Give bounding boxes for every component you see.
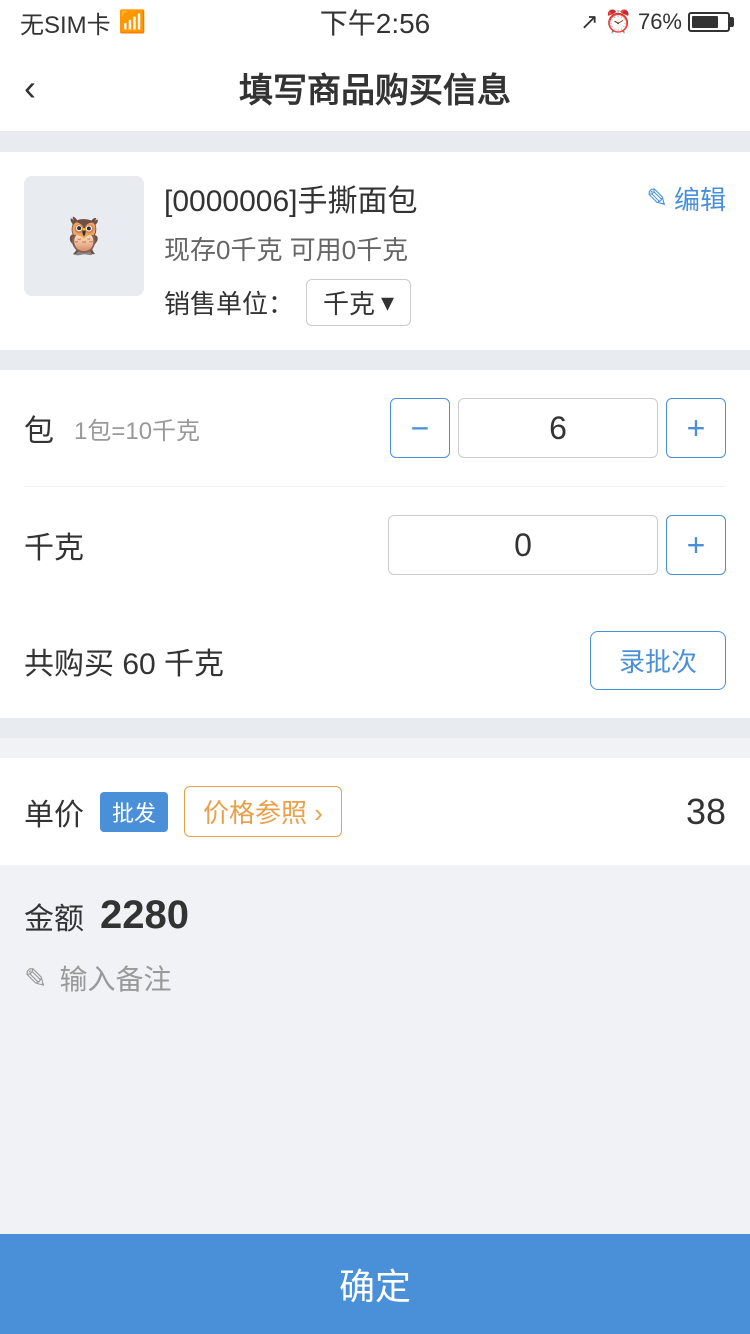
nav-bar: ‹ 填写商品购买信息: [0, 44, 750, 132]
summary-row: 共购买 60 千克 录批次: [0, 603, 750, 718]
price-value: 38: [686, 791, 726, 833]
kg-label-text: 千克: [24, 523, 84, 567]
remark-edit-icon: ✎: [24, 962, 47, 995]
input-section: 包 1包=10千克 − + 千克 +: [0, 370, 750, 603]
kg-label: 千克: [24, 523, 84, 567]
remark-row[interactable]: ✎ 输入备注: [24, 958, 726, 1022]
bao-label-group: 包 1包=10千克: [24, 406, 200, 450]
remark-placeholder: 输入备注: [59, 958, 171, 998]
kg-quantity-input[interactable]: [388, 515, 658, 575]
location-icon: ↗: [580, 9, 598, 35]
price-tag: 批发: [100, 792, 168, 832]
edit-label: 编辑: [674, 180, 726, 217]
price-section: 单价 批发 价格参照 › 38: [0, 758, 750, 865]
status-time: 下午2:56: [320, 2, 431, 42]
amount-label: 金额: [24, 894, 84, 938]
product-card: 🦉 [0000006]手撕面包 现存0千克 可用0千克 销售单位： 千克 ▾ ✎…: [0, 152, 750, 350]
status-bar: 无SIM卡 📶 下午2:56 ↗ ⏰ 76%: [0, 0, 750, 44]
battery-pct: 76%: [638, 9, 682, 35]
battery-icon: [688, 12, 730, 32]
product-name: [0000006]手撕面包: [164, 176, 726, 220]
unit-select[interactable]: 千克 ▾: [306, 279, 411, 326]
amount-row: 金额 2280: [24, 893, 726, 938]
status-right: ↗ ⏰ 76%: [580, 9, 730, 35]
bao-decrement-button[interactable]: −: [390, 398, 450, 458]
section-divider-1: [0, 132, 750, 152]
section-divider-3: [0, 718, 750, 738]
record-batch-button[interactable]: 录批次: [590, 631, 726, 690]
price-ref-button[interactable]: 价格参照 ›: [184, 786, 342, 837]
confirm-label: 确定: [339, 1258, 411, 1310]
kg-quantity-control: +: [388, 515, 726, 575]
summary-text: 共购买 60 千克: [24, 639, 224, 683]
product-unit-row: 销售单位： 千克 ▾: [164, 279, 726, 326]
bao-hint: 1包=10千克: [74, 411, 200, 446]
bao-increment-button[interactable]: +: [666, 398, 726, 458]
unit-label: 销售单位：: [164, 284, 294, 321]
unit-value: 千克: [323, 284, 375, 321]
edit-icon: ✎: [646, 183, 668, 214]
carrier-text: 无SIM卡: [20, 5, 111, 40]
section-divider-2: [0, 350, 750, 370]
price-row: 单价 批发 价格参照 › 38: [24, 786, 726, 837]
price-label: 单价: [24, 790, 84, 834]
bao-quantity-control: − +: [390, 398, 726, 458]
edit-button[interactable]: ✎ 编辑: [646, 180, 726, 217]
product-logo: 🦉: [62, 215, 107, 257]
status-left: 无SIM卡 📶: [20, 5, 146, 40]
product-image: 🦉: [24, 176, 144, 296]
wifi-icon: 📶: [119, 9, 146, 35]
back-button[interactable]: ‹: [24, 67, 36, 109]
kg-input-row: 千克 +: [24, 487, 726, 603]
unit-dropdown-icon: ▾: [381, 287, 394, 318]
amount-section: 金额 2280 ✎ 输入备注: [0, 865, 750, 1022]
bao-label: 包: [24, 406, 54, 450]
alarm-icon: ⏰: [605, 9, 632, 35]
kg-increment-button[interactable]: +: [666, 515, 726, 575]
product-stock: 现存0千克 可用0千克: [164, 230, 726, 267]
product-info: [0000006]手撕面包 现存0千克 可用0千克 销售单位： 千克 ▾: [164, 176, 726, 326]
bao-quantity-input[interactable]: [458, 398, 658, 458]
page-title: 填写商品购买信息: [239, 63, 511, 112]
confirm-button[interactable]: 确定: [0, 1234, 750, 1334]
bao-input-row: 包 1包=10千克 − +: [24, 370, 726, 487]
amount-value: 2280: [100, 893, 189, 938]
